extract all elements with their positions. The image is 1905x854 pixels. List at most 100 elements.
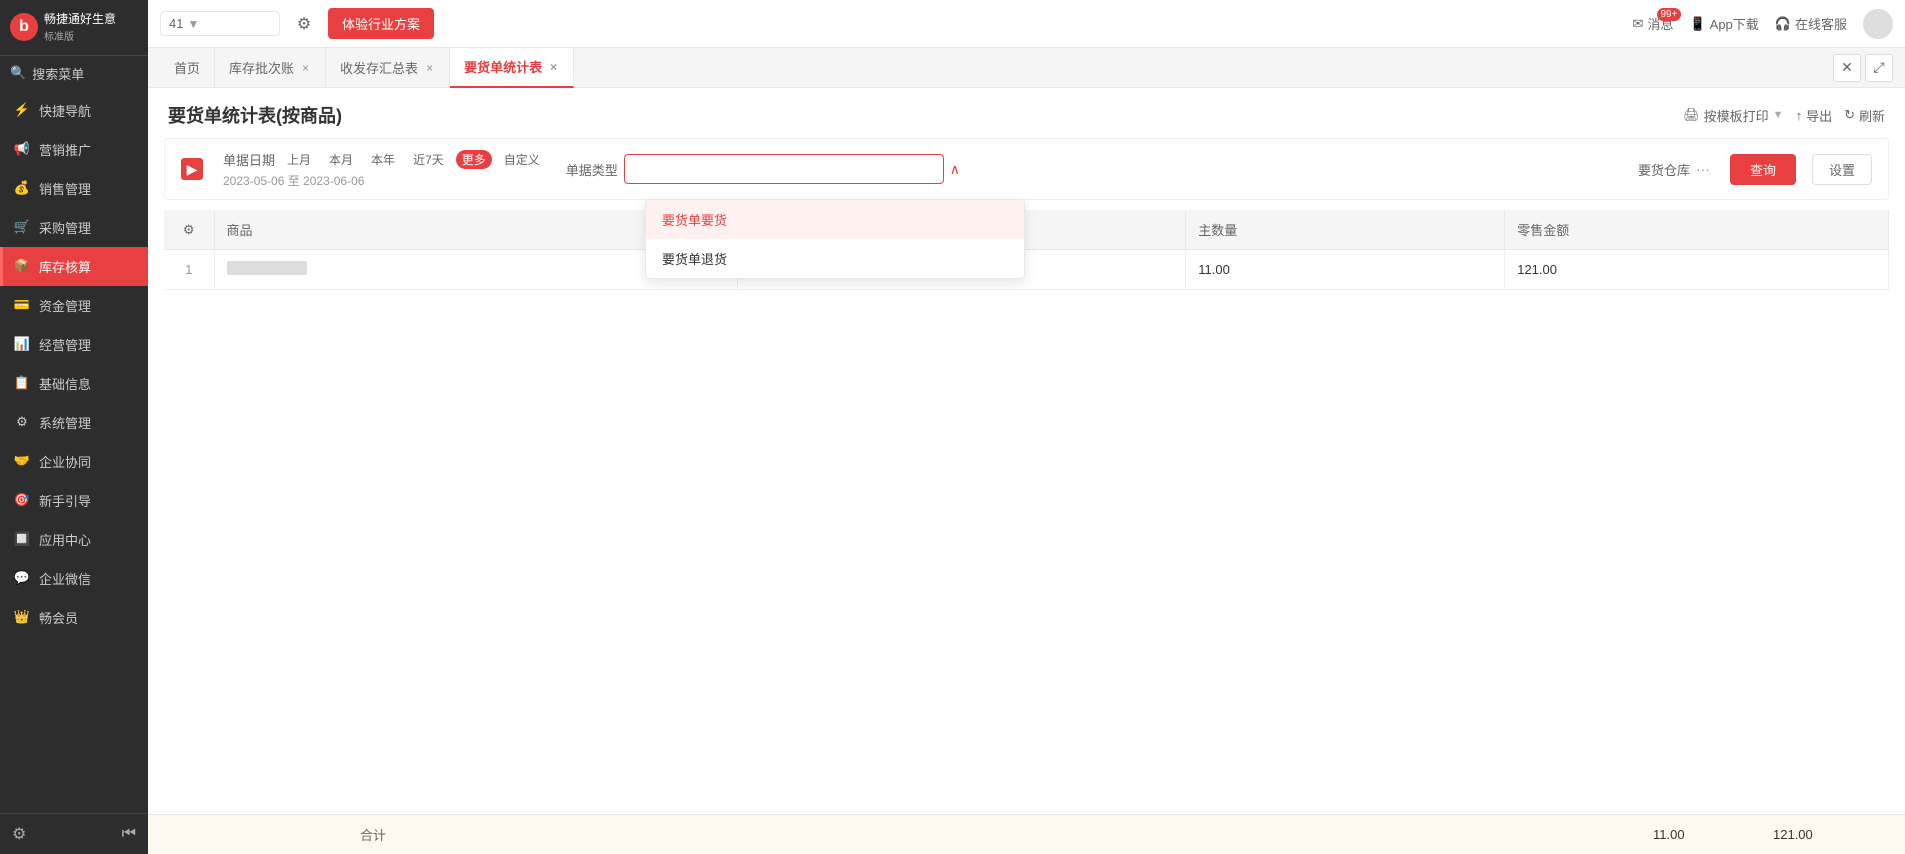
company-name: 畅捷通好生意 [44, 12, 116, 28]
enterprise-wechat-label: 企业微信 [39, 569, 91, 588]
date-btn-custom[interactable]: 自定义 [498, 149, 546, 170]
footer-quantity: 11.00 [1653, 827, 1773, 842]
logo-text-block: 畅捷通好生意 标准版 [44, 12, 116, 43]
date-btn-more[interactable]: 更多 [456, 150, 492, 169]
user-avatar[interactable] [1863, 9, 1893, 39]
sidebar-search-menu[interactable]: 🔍 搜索菜单 [0, 56, 148, 91]
company-selector[interactable]: 41 ▼ [160, 11, 280, 36]
sidebar-item-operations[interactable]: 📊 经营管理 [0, 325, 148, 364]
query-btn[interactable]: 查询 [1730, 154, 1796, 185]
col-settings[interactable]: ⚙ [164, 210, 214, 250]
collapse-btn[interactable]: ⏮ [122, 825, 136, 843]
tab-inventory-batch-close[interactable]: × [300, 59, 311, 77]
version-label: 标准版 [44, 28, 116, 43]
date-btn-last-7[interactable]: 近7天 [407, 149, 450, 170]
dropdown-order-goods-label: 要货单要货 [662, 213, 727, 228]
warehouse-more-icon[interactable]: ··· [1696, 161, 1710, 177]
message-btn[interactable]: ✉ 消息 99+ [1633, 14, 1674, 33]
sidebar-item-enterprise-collab[interactable]: 🤝 企业协同 [0, 442, 148, 481]
sidebar-item-purchase[interactable]: 🛒 采购管理 [0, 208, 148, 247]
enterprise-collab-label: 企业协同 [39, 452, 91, 471]
finance-icon: 💳 [13, 296, 31, 314]
finance-label: 资金管理 [39, 296, 91, 315]
sidebar-item-app-center[interactable]: 🔲 应用中心 [0, 520, 148, 559]
table-body: 1 块 11.00 121.00 [164, 250, 1889, 290]
page-content: 要货单统计表(按商品) 🖨 按模板打印 ▼ ↑ 导出 ↻ 刷新 [148, 88, 1905, 854]
top-bar: 41 ▼ ⚙ 体验行业方案 ✉ 消息 99+ 📱 App下载 🎧 在线客服 [148, 0, 1905, 48]
sidebar-item-new-guide[interactable]: 🎯 新手引导 [0, 481, 148, 520]
top-bar-left: 41 ▼ ⚙ 体验行业方案 [160, 8, 1621, 40]
app-center-icon: 🔲 [13, 530, 31, 548]
col-amount: 零售金额 [1505, 210, 1889, 250]
sidebar-nav: ⚡ 快捷导航 📢 营销推广 💰 销售管理 🛒 采购管理 📦 库存核算 💳 资金管… [0, 91, 148, 813]
settings-icon[interactable]: ⚙ [12, 824, 26, 844]
quick-nav-icon: ⚡ [13, 101, 31, 119]
company-num: 41 [169, 16, 183, 31]
system-label: 系统管理 [39, 413, 91, 432]
refresh-label: 刷新 [1859, 106, 1885, 125]
tab-receivable-summary-close[interactable]: × [424, 59, 435, 77]
tabs-actions: ✕ ⤢ [1833, 54, 1893, 82]
inventory-label: 库存核算 [39, 257, 91, 276]
search-menu-label: 搜索菜单 [32, 64, 84, 83]
sidebar-item-finance[interactable]: 💳 资金管理 [0, 286, 148, 325]
topbar-settings-icon: ⚙ [297, 14, 311, 34]
filter-row: ▶ 单据日期 上月 本月 本年 近7天 更多 自定义 2023-05-0 [181, 149, 1872, 189]
sidebar-item-system[interactable]: ⚙ 系统管理 [0, 403, 148, 442]
top-bar-right: ✉ 消息 99+ 📱 App下载 🎧 在线客服 [1633, 9, 1893, 39]
cell-quantity: 11.00 [1186, 250, 1505, 290]
export-btn[interactable]: ↑ 导出 [1796, 106, 1833, 125]
tab-expand-btn[interactable]: ⤢ [1865, 54, 1893, 82]
sidebar-item-enterprise-wechat[interactable]: 💬 企业微信 [0, 559, 148, 598]
filter-expand-btn[interactable]: ▶ [181, 158, 203, 180]
table-header: ⚙ 商品 主计量单位 主数量 零售金额 [164, 210, 1889, 250]
date-btn-last-month[interactable]: 上月 [281, 149, 317, 170]
tab-order-stats[interactable]: 要货单统计表 × [450, 48, 574, 88]
member-icon: 👑 [13, 608, 31, 626]
sales-label: 销售管理 [39, 179, 91, 198]
marketing-icon: 📢 [13, 140, 31, 158]
type-select-input[interactable] [624, 154, 944, 184]
logo-icon: b [10, 13, 38, 41]
sidebar-bottom: ⚙ ⏮ [0, 813, 148, 854]
page-title: 要货单统计表(按商品) [168, 102, 342, 128]
tab-order-stats-close[interactable]: × [548, 58, 559, 76]
operations-icon: 📊 [13, 335, 31, 353]
export-icon: ↑ [1796, 108, 1803, 123]
tab-inventory-batch[interactable]: 库存批次账 × [215, 48, 326, 88]
trial-btn[interactable]: 体验行业方案 [328, 8, 434, 39]
refresh-btn[interactable]: ↻ 刷新 [1844, 106, 1885, 125]
sidebar-item-sales[interactable]: 💰 销售管理 [0, 169, 148, 208]
dropdown-item-order-goods[interactable]: 要货单要货 [646, 200, 1024, 239]
sidebar-item-quick-nav[interactable]: ⚡ 快捷导航 [0, 91, 148, 130]
dropdown-item-order-return[interactable]: 要货单退货 [646, 239, 1024, 278]
date-range: 2023-05-06 至 2023-06-06 [223, 172, 546, 189]
app-center-label: 应用中心 [39, 530, 91, 549]
date-btn-this-month[interactable]: 本月 [323, 149, 359, 170]
tab-home[interactable]: 首页 [160, 48, 215, 88]
main-content: 41 ▼ ⚙ 体验行业方案 ✉ 消息 99+ 📱 App下载 🎧 在线客服 [148, 0, 1905, 854]
sidebar-logo: b 畅捷通好生意 标准版 [0, 0, 148, 56]
cell-num: 1 [164, 250, 214, 290]
enterprise-collab-icon: 🤝 [13, 452, 31, 470]
tabs-bar: 首页 库存批次账 × 收发存汇总表 × 要货单统计表 × ✕ ⤢ [148, 48, 1905, 88]
search-icon: 🔍 [10, 65, 26, 81]
member-label: 畅会员 [39, 608, 78, 627]
type-chevron-icon[interactable]: ∧ [950, 161, 960, 178]
tab-close-all-btn[interactable]: ✕ [1833, 54, 1861, 82]
tab-receivable-summary[interactable]: 收发存汇总表 × [326, 48, 450, 88]
online-service-btn[interactable]: 🎧 在线客服 [1775, 14, 1847, 33]
sidebar-item-member[interactable]: 👑 畅会员 [0, 598, 148, 637]
app-download-label: App下载 [1710, 14, 1759, 33]
app-download-icon: 📱 [1689, 16, 1705, 32]
basic-info-label: 基础信息 [39, 374, 91, 393]
date-btn-this-year[interactable]: 本年 [365, 149, 401, 170]
print-btn[interactable]: 🖨 按模板打印 ▼ [1683, 106, 1783, 125]
app-download-btn[interactable]: 📱 App下载 [1689, 14, 1758, 33]
export-label: 导出 [1806, 106, 1832, 125]
topbar-settings-btn[interactable]: ⚙ [288, 8, 320, 40]
sidebar-item-basic-info[interactable]: 📋 基础信息 [0, 364, 148, 403]
set-btn[interactable]: 设置 [1812, 154, 1872, 185]
sidebar-item-inventory[interactable]: 📦 库存核算 [0, 247, 148, 286]
sidebar-item-marketing[interactable]: 📢 营销推广 [0, 130, 148, 169]
